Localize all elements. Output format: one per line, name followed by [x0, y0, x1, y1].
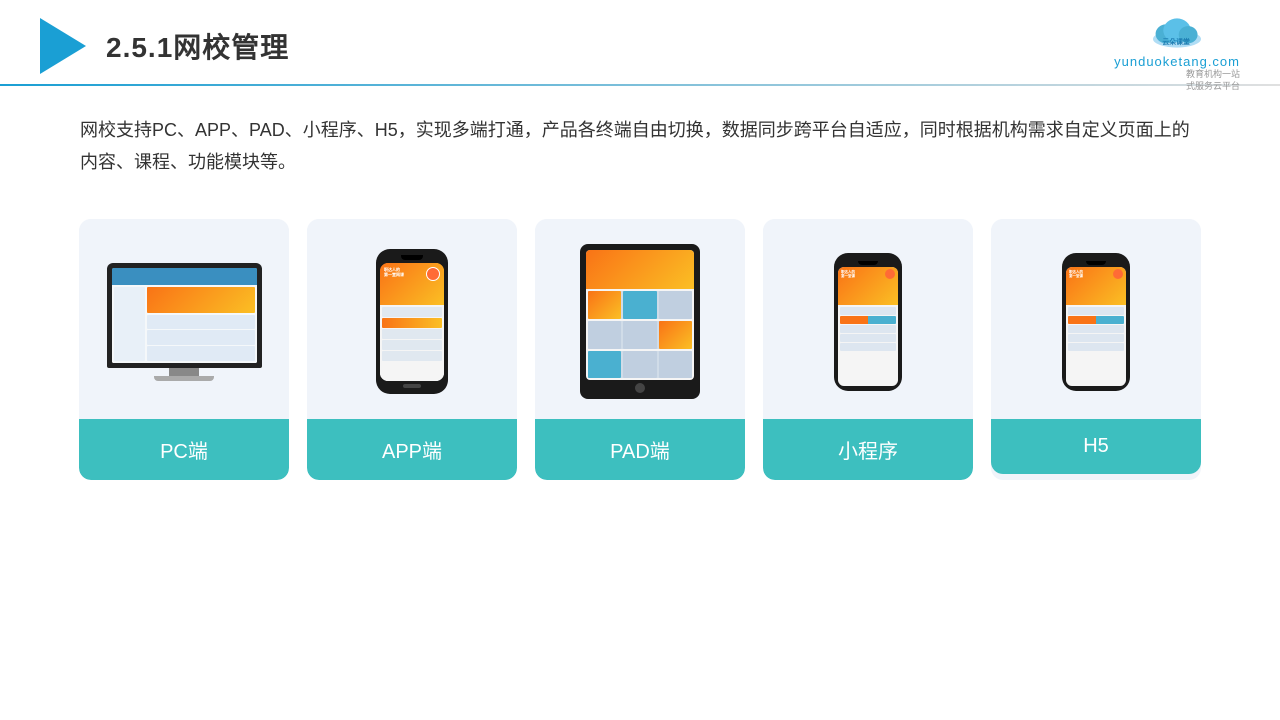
- card-app: 职达人的第一堂网课 APP端: [307, 219, 517, 480]
- h5-image-area: 职达人的第一堂课: [991, 219, 1201, 419]
- cards-container: PC端 职达人的第一堂网课: [0, 189, 1280, 480]
- card-miniapp: 职达人的第一堂课 小程序: [763, 219, 973, 480]
- header: 2.5.1网校管理 云朵课堂 yunduoketang.com 教育机构一站式服…: [0, 0, 1280, 74]
- card-pad: PAD端: [535, 219, 745, 480]
- svg-text:云朵课堂: 云朵课堂: [1162, 37, 1190, 46]
- description-text: 网校支持PC、APP、PAD、小程序、H5，实现多端打通，产品各终端自由切换，数…: [0, 86, 1280, 179]
- brand-text-group: yunduoketang.com 教育机构一站式服务云平台: [1114, 52, 1240, 92]
- h5phone-icon: 职达人的第一堂课: [1062, 253, 1130, 391]
- logo-triangle-icon: [40, 18, 86, 74]
- card-pc-label: PC端: [79, 419, 289, 480]
- page-title: 2.5.1网校管理: [106, 26, 289, 66]
- card-h5: 职达人的第一堂课 H5: [991, 219, 1201, 480]
- brand-logo: 云朵课堂 yunduoketang.com 教育机构一站式服务云平台: [1114, 14, 1240, 92]
- pc-image-area: [79, 219, 289, 419]
- card-pc: PC端: [79, 219, 289, 480]
- brand-slogan: 教育机构一站式服务云平台: [1114, 69, 1240, 92]
- cloud-icon: 云朵课堂: [1147, 14, 1207, 52]
- pc-monitor-icon: [107, 263, 262, 381]
- card-app-label: APP端: [307, 419, 517, 480]
- miniphone-icon: 职达人的第一堂课: [834, 253, 902, 391]
- card-miniapp-label: 小程序: [763, 419, 973, 480]
- card-pad-label: PAD端: [535, 419, 745, 480]
- tablet-icon: [580, 244, 700, 399]
- phone-icon: 职达人的第一堂网课: [376, 249, 448, 394]
- miniapp-image-area: 职达人的第一堂课: [763, 219, 973, 419]
- pad-image-area: [535, 219, 745, 419]
- brand-url: yunduoketang.com: [1114, 54, 1240, 69]
- description-content: 网校支持PC、APP、PAD、小程序、H5，实现多端打通，产品各终端自由切换，数…: [80, 120, 1190, 172]
- card-h5-label: H5: [991, 419, 1201, 474]
- app-image-area: 职达人的第一堂网课: [307, 219, 517, 419]
